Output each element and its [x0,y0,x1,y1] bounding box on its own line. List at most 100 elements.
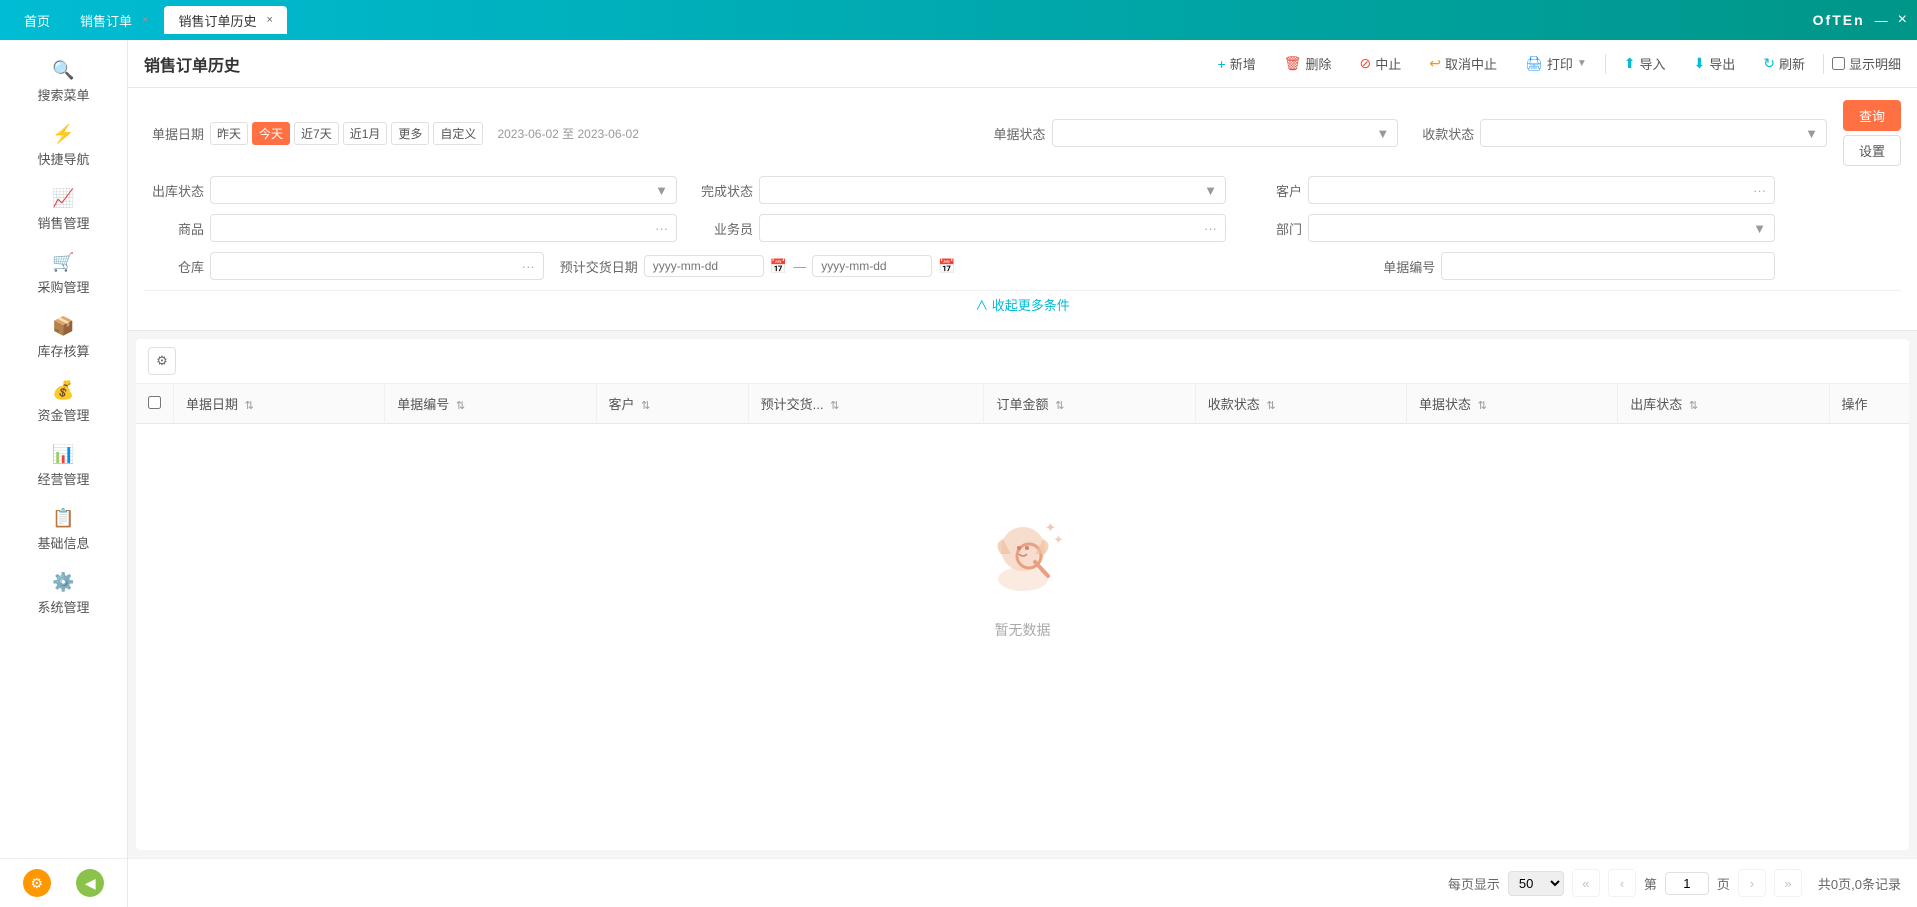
tab-home[interactable]: 首页 [10,6,64,34]
tab-sales-order-history-close[interactable]: × [266,14,272,26]
th-amount: 订单金额 ⇅ [984,384,1195,424]
prev-page-btn[interactable]: ‹ [1608,869,1636,897]
filter-row-3: 商品 ··· 业务员 ··· 部门 ▼ [144,214,1901,242]
th-customer: 客户 ⇅ [596,384,748,424]
sort-order-status-icon[interactable]: ⇅ [1478,400,1487,412]
toolbar: + 新增 🗑 删除 ⊘ 中止 ↩ 取消中止 🖨 打印 [1208,50,1901,77]
order-status-control[interactable]: ▼ [1052,119,1399,147]
goods-control[interactable]: ··· [210,214,677,242]
date-custom-btn[interactable]: 自定义 [433,122,483,145]
empty-illustration: ✦ ✦ [973,504,1073,604]
th-order-status-label: 单据状态 [1419,397,1471,412]
next-page-btn[interactable]: › [1738,869,1766,897]
sidebar-item-search-menu[interactable]: 🔍 搜索菜单 [0,50,127,114]
order-no-label: 单据编号 [1375,257,1435,276]
sort-out-status-icon[interactable]: ⇅ [1689,400,1698,412]
warehouse-control[interactable]: ··· [210,252,544,280]
out-status-control[interactable]: ▼ [210,176,677,204]
sort-payment-icon[interactable]: ⇅ [1266,400,1275,412]
filter-item-salesperson: 业务员 ··· [693,214,1226,242]
sidebar-item-quick-nav[interactable]: ⚡ 快捷导航 [0,114,127,178]
th-number-label: 单据编号 [397,397,449,412]
last-page-btn[interactable]: » [1774,869,1802,897]
sidebar-item-sys-mgmt[interactable]: ⚙️ 系统管理 [0,562,127,626]
per-page-select[interactable]: 50 10 20 100 [1508,871,1564,896]
collapse-bar[interactable]: ∧ 收起更多条件 [144,290,1901,318]
order-no-control[interactable] [1441,252,1775,280]
new-button[interactable]: + 新增 [1208,50,1266,77]
export-button[interactable]: ⬇ 导出 [1683,50,1745,77]
date-more-btn[interactable]: 更多 [391,122,429,145]
window-minimize[interactable]: — [1875,13,1888,28]
operations-icon: 📊 [52,444,74,465]
print-button[interactable]: 🖨 打印 ▼ [1515,50,1597,77]
tab-sales-order-close[interactable]: × [142,14,148,26]
date-yesterday-btn[interactable]: 昨天 [210,122,248,145]
display-toggle-checkbox[interactable] [1832,57,1845,70]
delete-button[interactable]: 🗑 删除 [1274,50,1342,77]
tab-sales-order-history[interactable]: 销售订单历史 × [164,6,286,34]
sidebar-item-inventory[interactable]: 📦 库存核算 [0,306,127,370]
sidebar-item-purchase-mgmt[interactable]: 🛒 采购管理 [0,242,127,306]
sort-date-icon[interactable]: ⇅ [245,400,254,412]
sidebar-item-sales-mgmt[interactable]: 📈 销售管理 [0,178,127,242]
select-all-checkbox[interactable] [148,396,161,409]
th-date: 单据日期 ⇅ [174,384,385,424]
export-label: 导出 [1709,54,1735,73]
customer-control[interactable]: ··· [1308,176,1775,204]
date-last-month-btn[interactable]: 近1月 [343,122,388,145]
print-label: 打印 [1547,54,1573,73]
sidebar-item-operations[interactable]: 📊 经营管理 [0,434,127,498]
sidebar-item-finance[interactable]: 💰 资金管理 [0,370,127,434]
sort-amount-icon[interactable]: ⇅ [1055,400,1064,412]
dept-control[interactable]: ▼ [1308,214,1775,242]
th-action-label: 操作 [1842,397,1868,412]
refresh-button[interactable]: ↻ 刷新 [1753,50,1815,77]
delivery-date-end[interactable] [812,255,932,277]
stop-button[interactable]: ⊘ 中止 [1350,50,1412,77]
table-header-row: 单据日期 ⇅ 单据编号 ⇅ 客户 ⇅ 预计交货... [136,384,1909,424]
sidebar-toggle-icon[interactable]: ◀ [76,869,104,897]
filter-item-order-status: 单据状态 ▼ [986,119,1399,147]
display-toggle[interactable]: 显示明细 [1832,54,1901,73]
calendar-start-icon[interactable]: 📅 [770,258,787,275]
page-title: 销售订单历史 [144,52,1208,76]
sidebar-item-base-info[interactable]: 📋 基础信息 [0,498,127,562]
date-last7-btn[interactable]: 近7天 [294,122,339,145]
tab-home-label: 首页 [24,11,50,30]
total-info: 共0页,0条记录 [1818,874,1901,893]
tab-sales-order-label: 销售订单 [80,11,132,30]
divider-2 [1823,54,1824,74]
import-button[interactable]: ⬆ 导入 [1614,50,1676,77]
new-icon: + [1218,56,1226,72]
cancel-stop-button[interactable]: ↩ 取消中止 [1419,50,1507,77]
search-menu-icon: 🔍 [52,60,74,81]
sidebar-item-finance-label: 资金管理 [37,405,89,424]
import-label: 导入 [1639,54,1665,73]
settings-button[interactable]: 设置 [1843,135,1901,166]
date-label: 单据日期 [144,124,204,143]
calendar-end-icon[interactable]: 📅 [938,258,955,275]
complete-status-control[interactable]: ▼ [759,176,1226,204]
delivery-date-start[interactable] [644,255,764,277]
first-page-btn[interactable]: « [1572,869,1600,897]
sort-customer-icon[interactable]: ⇅ [641,400,650,412]
date-today-btn[interactable]: 今天 [252,122,290,145]
sidebar-item-operations-label: 经营管理 [37,469,89,488]
query-button[interactable]: 查询 [1843,100,1901,131]
sidebar-settings-icon[interactable]: ⚙ [23,869,51,897]
top-bar: 首页 销售订单 × 销售订单历史 × OfTEn — × [0,0,1917,40]
main-layout: 🔍 搜索菜单 ⚡ 快捷导航 📈 销售管理 🛒 采购管理 📦 库存核算 💰 资金管… [0,40,1917,907]
sidebar-item-sales-mgmt-label: 销售管理 [37,213,89,232]
display-toggle-label: 显示明细 [1849,54,1901,73]
table-settings-icon[interactable]: ⚙ [148,347,176,375]
payment-status-control[interactable]: ▼ [1480,119,1827,147]
sort-number-icon[interactable]: ⇅ [456,400,465,412]
tab-sales-order[interactable]: 销售订单 × [66,6,162,34]
sort-delivery-icon[interactable]: ⇅ [830,400,839,412]
sidebar-bottom: ⚙ ◀ [0,858,127,907]
window-close[interactable]: × [1898,11,1907,29]
salesperson-control[interactable]: ··· [759,214,1226,242]
page-input[interactable] [1665,872,1709,895]
sys-mgmt-icon: ⚙️ [52,572,74,593]
